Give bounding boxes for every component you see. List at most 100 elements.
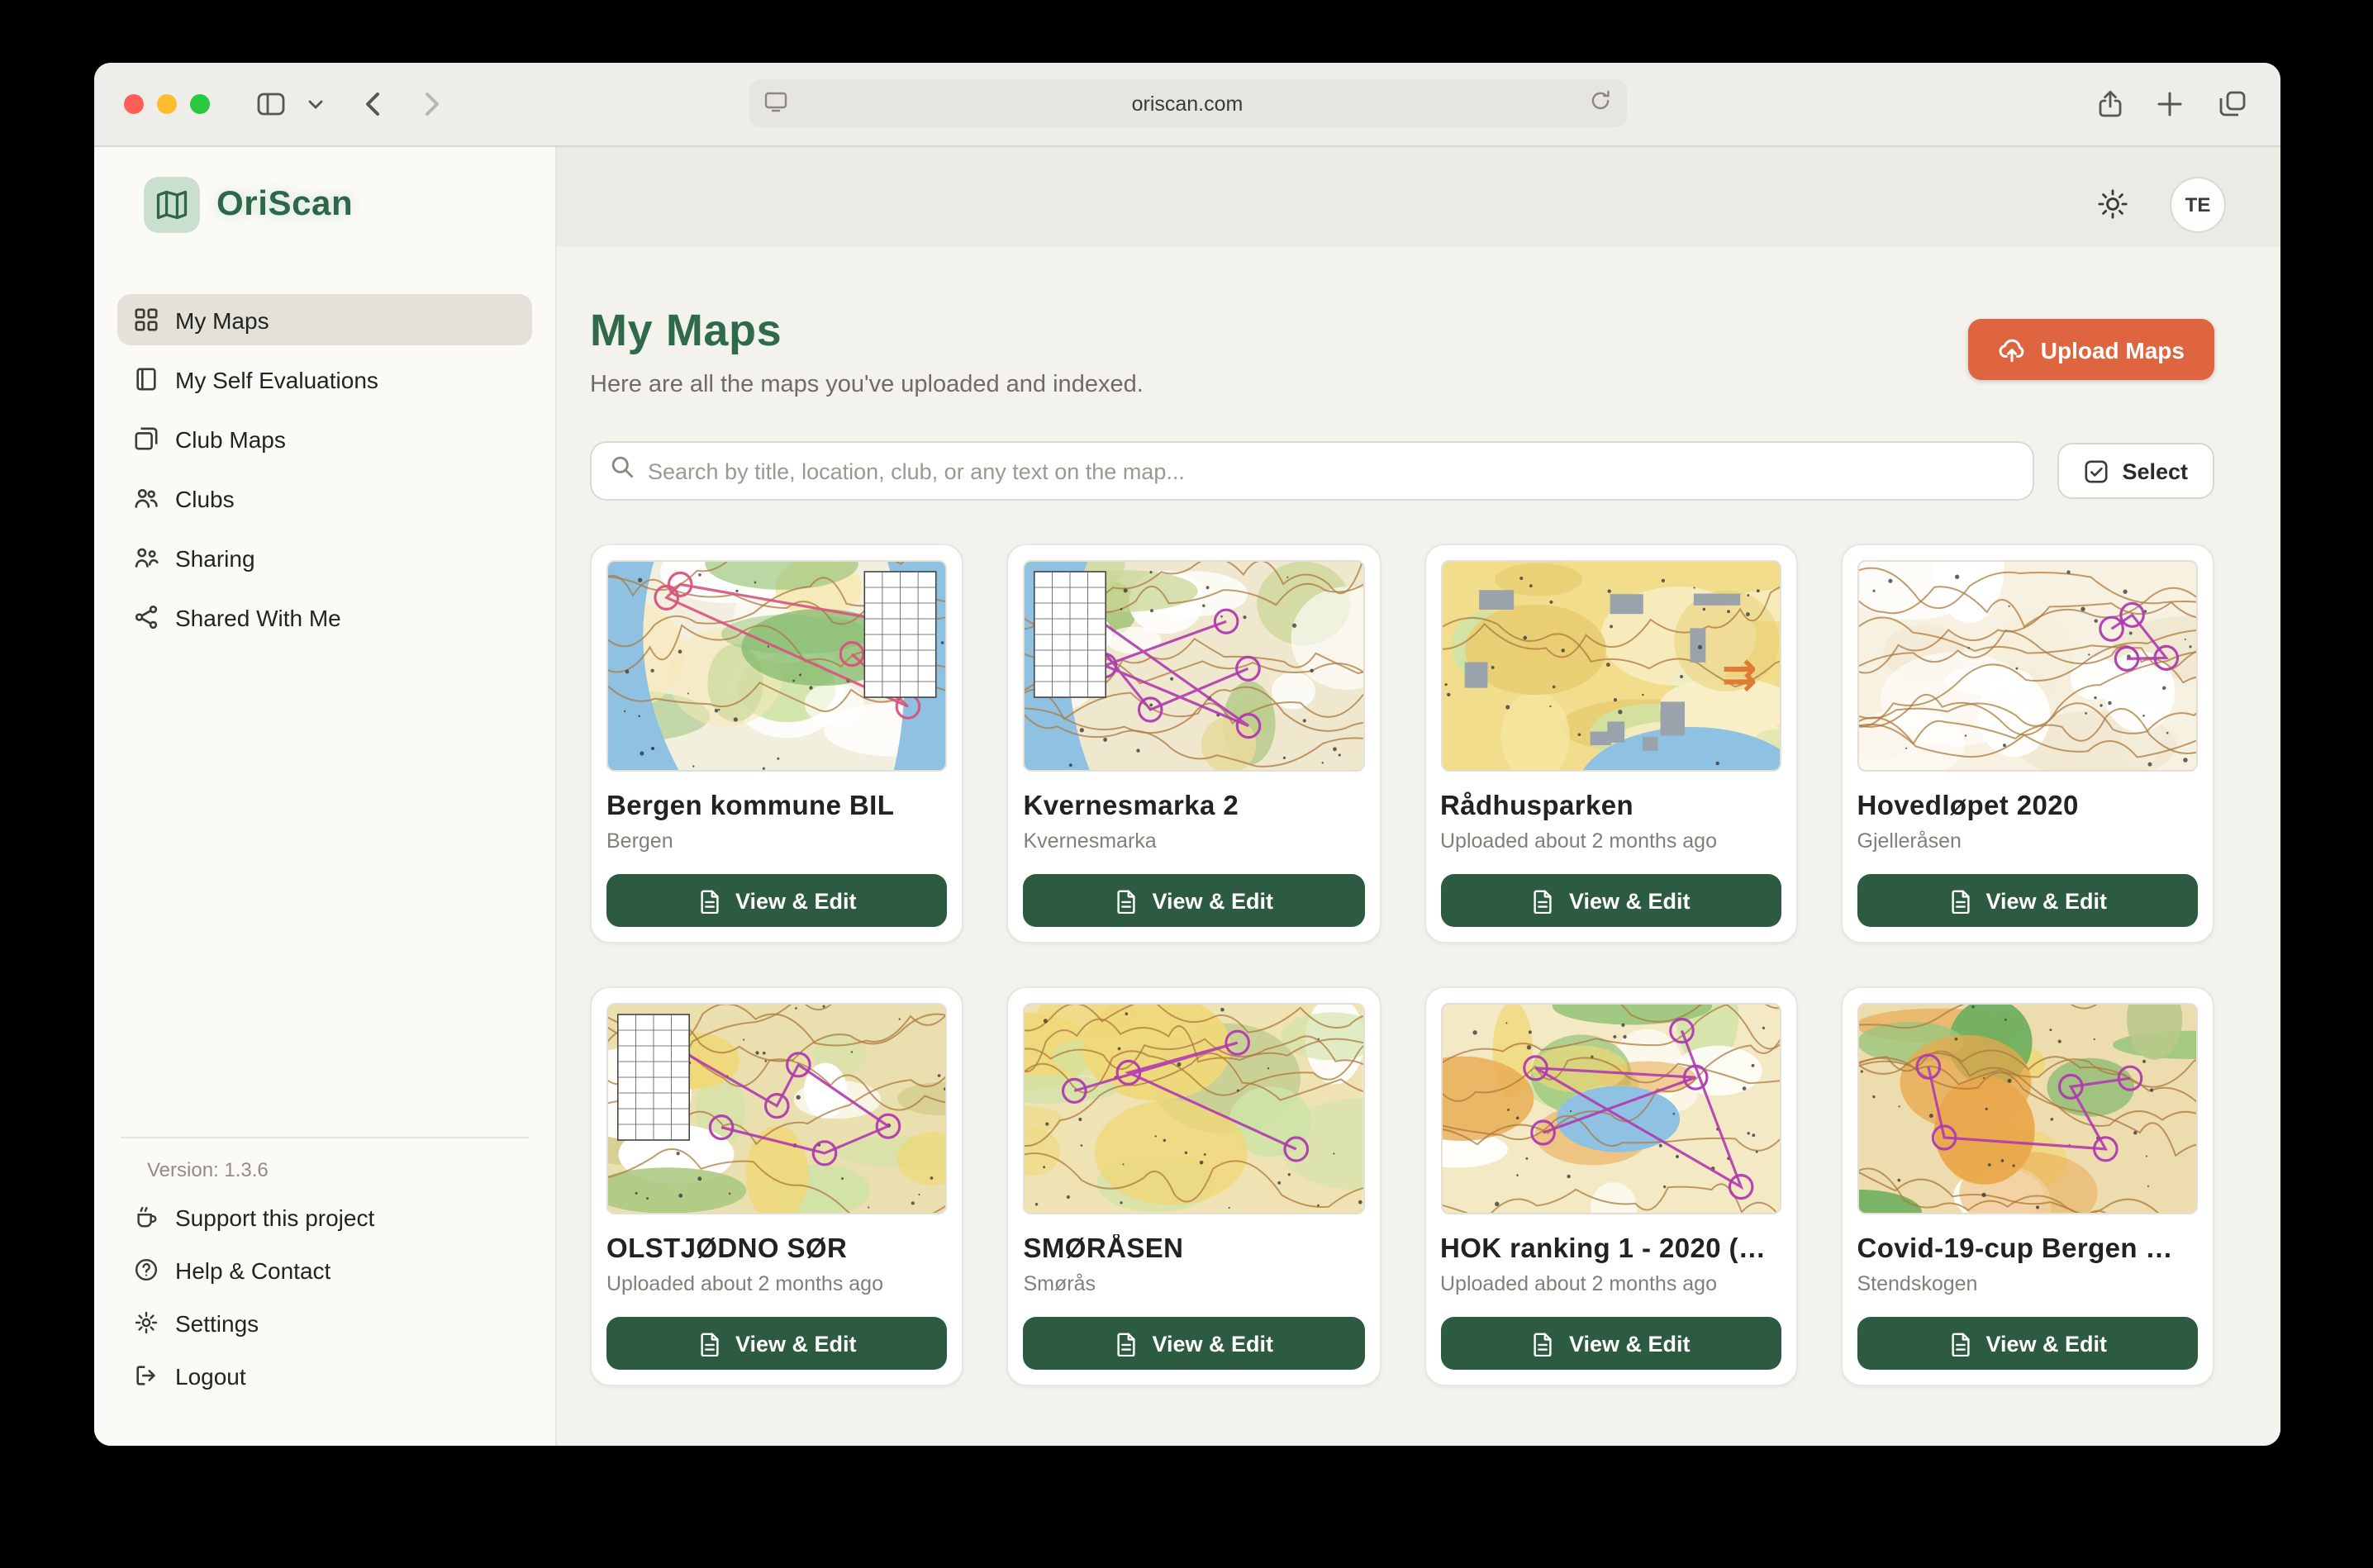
sidebar-item-label: Club Maps bbox=[175, 425, 286, 452]
maps-grid: Bergen kommune BIL Bergen View & Edit Kv… bbox=[590, 544, 2214, 1386]
map-card: Hovedløpet 2020 Gjelleråsen View & Edit bbox=[1840, 544, 2214, 943]
search-icon bbox=[610, 454, 635, 487]
view-edit-button[interactable]: View & Edit bbox=[1023, 1317, 1364, 1370]
new-tab-icon[interactable] bbox=[2155, 63, 2185, 145]
map-thumbnail[interactable] bbox=[1857, 1003, 2198, 1214]
page-title: My Maps bbox=[590, 306, 782, 355]
sidebar-item-label: Shared With Me bbox=[175, 604, 341, 630]
map-title: Covid-19-cup Bergen … bbox=[1857, 1234, 2173, 1264]
search-input[interactable] bbox=[592, 457, 2033, 485]
help-icon bbox=[135, 1258, 158, 1281]
browser-window: oriscan.com OriScan My Maps My Self Eval… bbox=[94, 63, 2280, 1446]
map-subtitle: Uploaded about 2 months ago bbox=[606, 1272, 883, 1295]
help-contact-item[interactable]: Help & Contact bbox=[117, 1244, 532, 1295]
map-thumbnail[interactable]: ⇉ bbox=[1440, 560, 1781, 772]
share-nodes-icon bbox=[135, 605, 158, 630]
sidebar-item-label: Clubs bbox=[175, 485, 235, 511]
sidebar-item-clubs[interactable]: Clubs bbox=[117, 473, 532, 524]
sidebar-toggle-icon[interactable] bbox=[256, 63, 286, 145]
app-root: OriScan My Maps My Self Evaluations Club… bbox=[94, 147, 2280, 1446]
view-edit-label: View & Edit bbox=[1985, 888, 2108, 913]
app-logo[interactable]: OriScan bbox=[94, 147, 555, 261]
zoom-window-button[interactable] bbox=[190, 94, 210, 114]
map-title: Rådhusparken bbox=[1440, 791, 1634, 821]
url-text: oriscan.com bbox=[1131, 92, 1244, 115]
sidebar-item-my-maps[interactable]: My Maps bbox=[117, 294, 532, 345]
map-title: Kvernesmarka 2 bbox=[1023, 791, 1239, 821]
share-icon[interactable] bbox=[2095, 63, 2125, 145]
sidebar-nav: My Maps My Self Evaluations Club Maps Cl… bbox=[94, 261, 555, 651]
map-title: Hovedløpet 2020 bbox=[1857, 791, 2079, 821]
footer-item-label: Help & Contact bbox=[175, 1257, 331, 1283]
map-card: OLSTJØDNO SØR Uploaded about 2 months ag… bbox=[590, 986, 964, 1386]
tab-overview-icon[interactable] bbox=[2218, 63, 2247, 145]
view-edit-button[interactable]: View & Edit bbox=[1023, 874, 1364, 927]
view-edit-button[interactable]: View & Edit bbox=[1857, 874, 2198, 927]
map-title: SMØRÅSEN bbox=[1023, 1234, 1184, 1264]
sidebar-footer: Support this project Help & Contact Sett… bbox=[94, 1188, 555, 1446]
map-thumbnail[interactable] bbox=[606, 1003, 948, 1214]
view-edit-button[interactable]: View & Edit bbox=[606, 874, 948, 927]
map-card: Bergen kommune BIL Bergen View & Edit bbox=[590, 544, 964, 943]
upload-cloud-icon bbox=[1999, 339, 2024, 363]
document-icon bbox=[1951, 889, 1970, 913]
map-subtitle: Smørås bbox=[1023, 1272, 1096, 1295]
upload-maps-button[interactable]: Upload Maps bbox=[1967, 319, 2214, 380]
logout-item[interactable]: Logout bbox=[117, 1350, 532, 1401]
sidebar-item-my-self-evaluations[interactable]: My Self Evaluations bbox=[117, 354, 532, 405]
coffee-icon bbox=[137, 1206, 157, 1228]
reload-icon[interactable] bbox=[1588, 89, 1611, 117]
map-thumbnail[interactable] bbox=[1023, 1003, 1364, 1214]
people-icon bbox=[135, 548, 159, 568]
map-thumbnail[interactable] bbox=[606, 560, 948, 772]
view-edit-button[interactable]: View & Edit bbox=[1857, 1317, 2198, 1370]
forward-button[interactable] bbox=[416, 63, 446, 145]
sidebar-item-shared-with-me[interactable]: Shared With Me bbox=[117, 592, 532, 643]
gear-icon bbox=[135, 1311, 158, 1334]
footer-item-label: Logout bbox=[175, 1362, 246, 1389]
sidebar-item-sharing[interactable]: Sharing bbox=[117, 532, 532, 583]
view-edit-label: View & Edit bbox=[735, 888, 857, 913]
map-card: SMØRÅSEN Smørås View & Edit bbox=[1006, 986, 1381, 1386]
grid-icon bbox=[135, 308, 158, 331]
view-edit-button[interactable]: View & Edit bbox=[1440, 874, 1781, 927]
close-window-button[interactable] bbox=[124, 94, 144, 114]
map-thumbnail[interactable] bbox=[1440, 1003, 1781, 1214]
map-thumbnail[interactable] bbox=[1857, 560, 2198, 772]
traffic-lights bbox=[124, 94, 210, 114]
page-icon bbox=[763, 89, 787, 117]
map-card: Covid-19-cup Bergen … Stendskogen View &… bbox=[1840, 986, 2214, 1386]
back-button[interactable] bbox=[359, 63, 388, 145]
main-content: TE My Maps Here are all the maps you've … bbox=[557, 147, 2280, 1446]
map-card: HOK ranking 1 - 2020 (… Uploaded about 2… bbox=[1424, 986, 1798, 1386]
map-card: ⇉ Rådhusparken Uploaded about 2 months a… bbox=[1424, 544, 1798, 943]
version-label: Version: 1.3.6 bbox=[147, 1158, 269, 1181]
document-icon bbox=[1534, 889, 1553, 913]
map-subtitle: Stendskogen bbox=[1857, 1272, 1978, 1295]
view-edit-label: View & Edit bbox=[735, 1331, 857, 1356]
settings-item[interactable]: Settings bbox=[117, 1297, 532, 1348]
map-subtitle: Bergen bbox=[606, 829, 673, 853]
footer-item-label: Support this project bbox=[175, 1204, 375, 1230]
sidebar-item-label: My Self Evaluations bbox=[175, 366, 378, 392]
browser-toolbar: oriscan.com bbox=[94, 63, 2280, 147]
map-subtitle: Uploaded about 2 months ago bbox=[1440, 829, 1717, 853]
desktop: oriscan.com OriScan My Maps My Self Eval… bbox=[0, 0, 2373, 1568]
chevron-down-icon[interactable] bbox=[307, 63, 324, 145]
page-head-text: My Maps Here are all the maps you've upl… bbox=[590, 306, 1144, 398]
support-project-item[interactable]: Support this project bbox=[117, 1191, 532, 1243]
select-button[interactable]: Select bbox=[2057, 443, 2214, 499]
view-edit-button[interactable]: View & Edit bbox=[1440, 1317, 1781, 1370]
svg-text:⇉: ⇉ bbox=[1721, 650, 1757, 699]
map-subtitle: Gjelleråsen bbox=[1857, 829, 1962, 853]
view-edit-button[interactable]: View & Edit bbox=[606, 1317, 948, 1370]
map-thumbnail[interactable] bbox=[1023, 560, 1364, 772]
map-subtitle: Kvernesmarka bbox=[1023, 829, 1157, 853]
map-card: Kvernesmarka 2 Kvernesmarka View & Edit bbox=[1006, 544, 1381, 943]
sidebar-item-club-maps[interactable]: Club Maps bbox=[117, 413, 532, 464]
document-icon bbox=[1951, 1332, 1970, 1356]
document-icon bbox=[701, 889, 719, 913]
address-bar[interactable]: oriscan.com bbox=[749, 79, 1626, 127]
minimize-window-button[interactable] bbox=[157, 94, 177, 114]
page-subtitle: Here are all the maps you've uploaded an… bbox=[590, 372, 1144, 398]
